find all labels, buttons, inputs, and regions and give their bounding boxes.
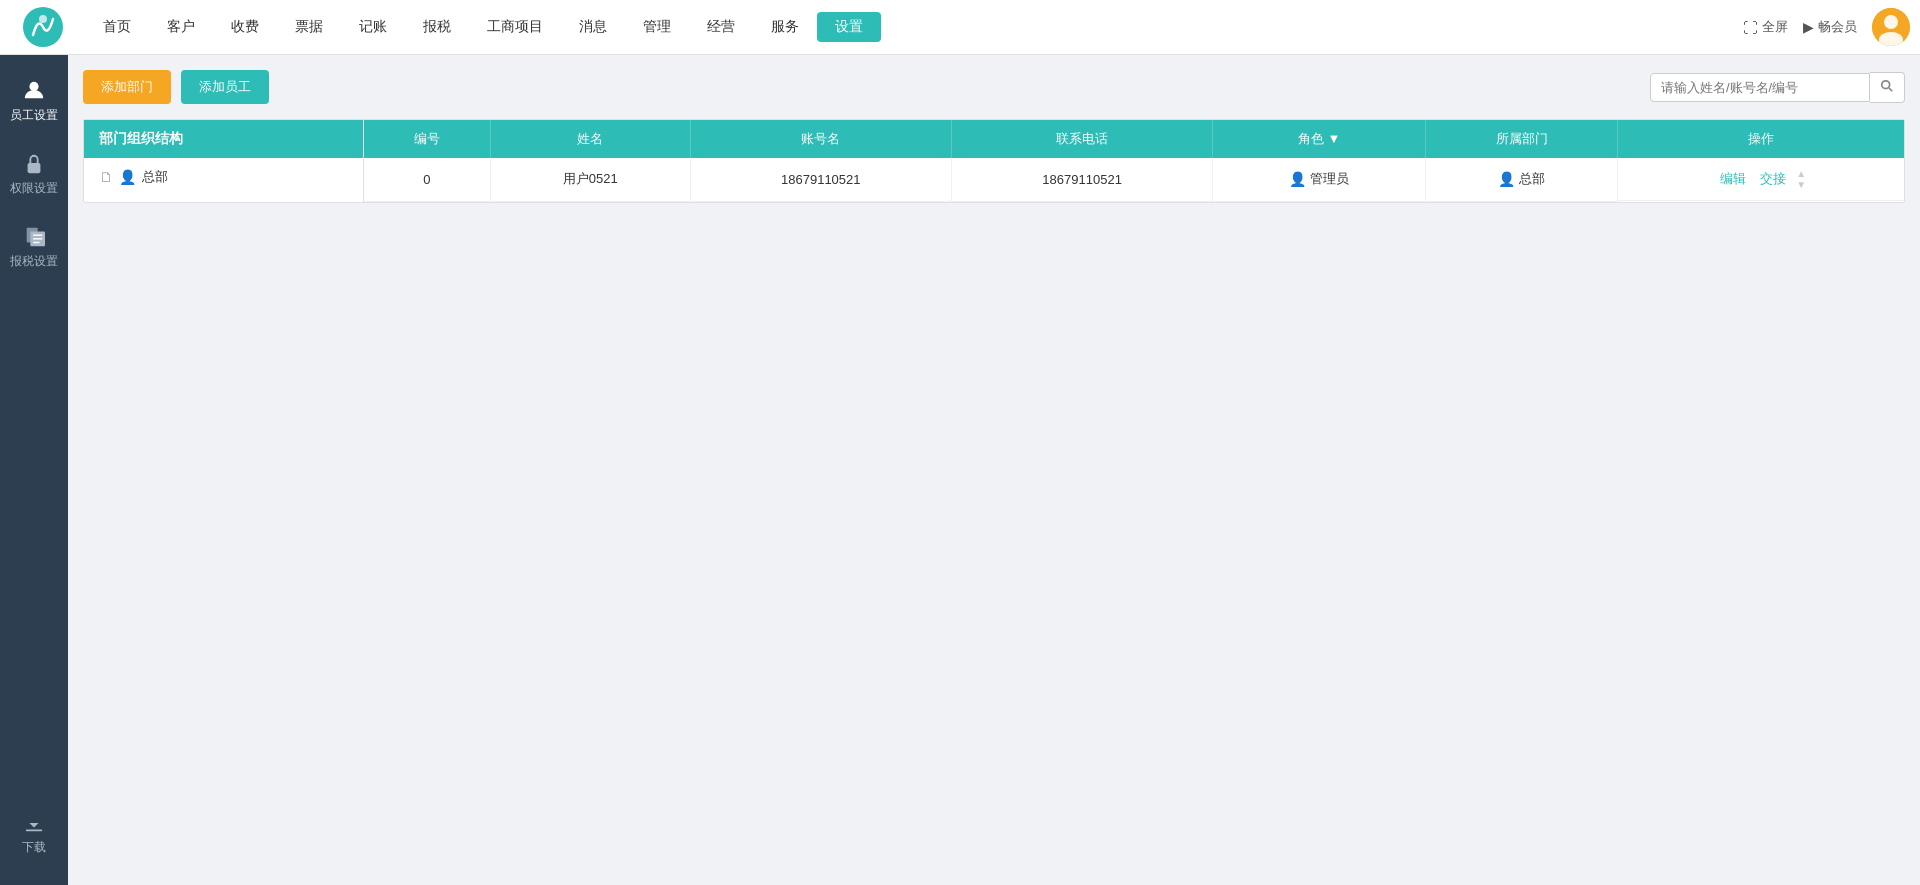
sidebar-item-download-label: 下载 [22,839,46,856]
person-icon [22,79,46,103]
add-employee-button[interactable]: 添加员工 [181,70,269,104]
role-text: 管理员 [1310,170,1349,188]
col-phone: 联系电话 [951,120,1212,158]
main-layout: 员工设置 权限设置 报税设置 [0,55,1920,885]
nav-item-首页[interactable]: 首页 [85,12,149,42]
table-panel: 编号 姓名 账号名 联系电话 角色 ▼ 所属部门 操作 [364,120,1904,202]
col-account: 账号名 [690,120,951,158]
svg-point-3 [1884,15,1898,29]
member-button[interactable]: ▶ 畅会员 [1803,18,1857,36]
tree-item-headquarters[interactable]: 🗋 👤 总部 [84,158,363,196]
sidebar: 员工设置 权限设置 报税设置 [0,55,68,885]
report-icon [22,225,46,249]
dept-person-icon: 👤 [119,169,136,185]
lock-icon [22,152,46,176]
search-button[interactable] [1870,72,1905,103]
employee-table: 编号 姓名 账号名 联系电话 角色 ▼ 所属部门 操作 [364,120,1904,202]
col-role: 角色 ▼ [1213,120,1426,158]
svg-point-1 [39,15,47,23]
cell-account: 18679110521 [690,158,951,201]
dept-person-icon2: 👤 [1498,171,1515,187]
sidebar-item-download[interactable]: 下载 [22,797,46,870]
tree-header: 部门组织结构 [84,120,363,158]
svg-point-14 [1882,80,1890,88]
sidebar-bottom: 下载 [22,797,46,885]
dept-text: 总部 [1519,170,1545,188]
action-交接[interactable]: 交接 [1760,170,1786,188]
toolbar: 添加部门 添加员工 [83,70,1905,104]
action-编辑[interactable]: 编辑 [1720,170,1746,188]
col-id: 编号 [364,120,490,158]
cell-actions[interactable]: 编辑交接 ▲▼ [1618,158,1904,201]
sidebar-item-permission-label: 权限设置 [10,180,58,197]
col-name: 姓名 [490,120,690,158]
file-icon: 🗋 [99,169,113,185]
nav-item-工商项目[interactable]: 工商项目 [469,12,561,42]
cell-phone: 18679110521 [951,158,1212,201]
sidebar-item-employee[interactable]: 员工设置 [0,65,68,138]
fullscreen-button[interactable]: ⛶ 全屏 [1743,18,1788,36]
table-row: 0用户05211867911052118679110521👤管理员👤总部编辑交接… [364,158,1904,201]
nav-items: 首页客户收费票据记账报税工商项目消息管理经营服务设置 [85,12,1743,42]
role-person-icon: 👤 [1289,171,1306,187]
svg-point-5 [29,82,38,91]
user-avatar[interactable] [1872,8,1910,46]
table-header-row: 编号 姓名 账号名 联系电话 角色 ▼ 所属部门 操作 [364,120,1904,158]
search-input[interactable] [1650,73,1870,102]
fullscreen-icon: ⛶ [1743,19,1758,36]
nav-item-设置[interactable]: 设置 [817,12,881,42]
add-dept-button[interactable]: 添加部门 [83,70,171,104]
svg-line-15 [1889,87,1893,91]
nav-right: ⛶ 全屏 ▶ 畅会员 [1743,8,1910,46]
logo [10,7,75,47]
svg-point-7 [33,166,36,169]
nav-item-报税[interactable]: 报税 [405,12,469,42]
content-area: 添加部门 添加员工 部门组织结构 🗋 👤 总部 [68,55,1920,885]
sidebar-item-employee-label: 员工设置 [10,107,58,124]
nav-item-记账[interactable]: 记账 [341,12,405,42]
play-icon: ▶ [1803,19,1814,35]
nav-item-服务[interactable]: 服务 [753,12,817,42]
cell-dept: 👤总部 [1425,158,1618,201]
sidebar-item-tax[interactable]: 报税设置 [0,211,68,284]
download-icon [22,811,46,835]
tree-panel: 部门组织结构 🗋 👤 总部 [84,120,364,202]
cell-name: 用户0521 [490,158,690,201]
top-navigation: 首页客户收费票据记账报税工商项目消息管理经营服务设置 ⛶ 全屏 ▶ 畅会员 [0,0,1920,55]
cell-id: 0 [364,158,490,201]
sidebar-item-tax-label: 报税设置 [10,253,58,270]
fullscreen-label: 全屏 [1762,18,1788,36]
nav-item-客户[interactable]: 客户 [149,12,213,42]
scroll-arrows: ▲▼ [1796,168,1806,190]
search-bar [1650,72,1905,103]
col-dept: 所属部门 [1425,120,1618,158]
nav-item-票据[interactable]: 票据 [277,12,341,42]
cell-role: 👤管理员 [1213,158,1426,201]
nav-item-收费[interactable]: 收费 [213,12,277,42]
nav-item-经营[interactable]: 经营 [689,12,753,42]
tree-item-label: 总部 [142,168,168,186]
nav-item-管理[interactable]: 管理 [625,12,689,42]
content-split: 部门组织结构 🗋 👤 总部 编号 姓名 账号名 联系电话 [83,119,1905,203]
logo-icon [23,7,63,47]
member-label: 畅会员 [1818,18,1857,36]
sidebar-item-permission[interactable]: 权限设置 [0,138,68,211]
col-actions: 操作 [1618,120,1904,158]
filter-icon[interactable]: ▼ [1327,131,1340,146]
svg-rect-13 [26,829,43,831]
nav-item-消息[interactable]: 消息 [561,12,625,42]
